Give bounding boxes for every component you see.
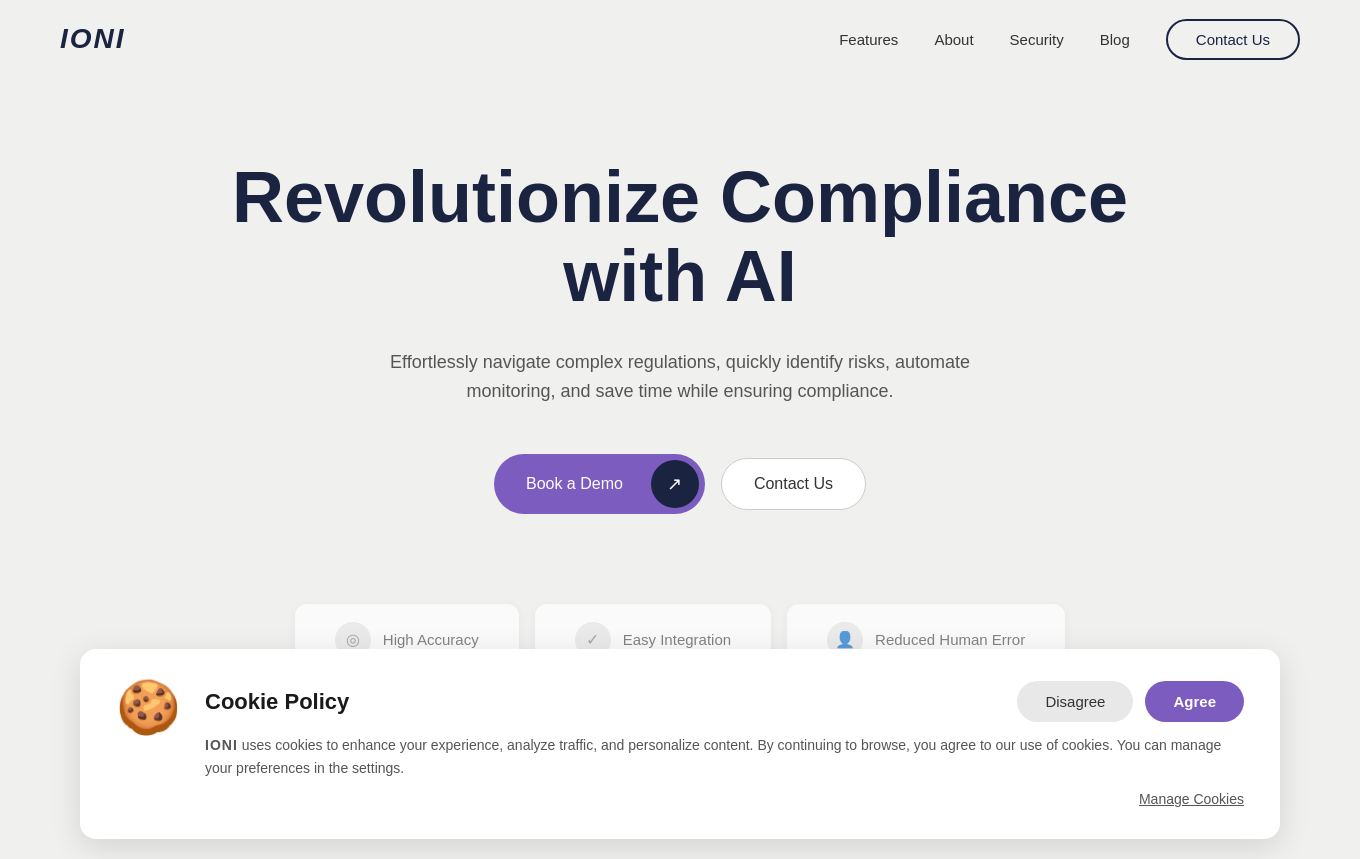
cookie-banner: 🍪 Cookie Policy Disagree Agree IONI uses… [80, 649, 1280, 839]
cookie-body-text: uses cookies to enhance your experience,… [205, 737, 1221, 775]
cookie-actions: Disagree Agree [1017, 681, 1244, 722]
cookie-text: IONI uses cookies to enhance your experi… [205, 734, 1244, 779]
cookie-title: Cookie Policy [205, 689, 349, 715]
cookie-content: Cookie Policy Disagree Agree IONI uses c… [205, 681, 1244, 779]
agree-button[interactable]: Agree [1145, 681, 1244, 722]
hero-contact-button[interactable]: Contact Us [721, 458, 866, 510]
book-demo-button[interactable]: Book a Demo ↗ [494, 454, 705, 514]
cookie-header: Cookie Policy Disagree Agree [205, 681, 1244, 722]
cookie-icon: 🍪 [116, 681, 181, 733]
hero-section: Revolutionize Compliance with AI Effortl… [0, 78, 1360, 574]
navbar: IONI Features About Security Blog Contac… [0, 0, 1360, 78]
nav-links: Features About Security Blog Contact Us [839, 19, 1300, 60]
disagree-button[interactable]: Disagree [1017, 681, 1133, 722]
nav-contact-button[interactable]: Contact Us [1166, 19, 1300, 60]
cookie-manage-row: Manage Cookies [116, 791, 1244, 807]
hero-title: Revolutionize Compliance with AI [232, 158, 1128, 316]
hero-title-line1: Revolutionize Compliance [232, 157, 1128, 237]
cookie-brand: IONI [205, 737, 238, 753]
cookie-overlay: 🍪 Cookie Policy Disagree Agree IONI uses… [0, 629, 1360, 859]
hero-subtitle: Effortlessly navigate complex regulation… [390, 348, 970, 406]
nav-item-security[interactable]: Security [1010, 31, 1064, 48]
logo: IONI [60, 23, 126, 55]
nav-item-features[interactable]: Features [839, 31, 898, 48]
hero-title-line2: with AI [563, 236, 796, 316]
nav-item-about[interactable]: About [934, 31, 973, 48]
hero-buttons: Book a Demo ↗ Contact Us [494, 454, 866, 514]
nav-item-blog[interactable]: Blog [1100, 31, 1130, 48]
arrow-icon: ↗ [651, 460, 699, 508]
book-demo-label: Book a Demo [494, 459, 651, 509]
manage-cookies-button[interactable]: Manage Cookies [1139, 791, 1244, 807]
cookie-top: 🍪 Cookie Policy Disagree Agree IONI uses… [116, 681, 1244, 779]
